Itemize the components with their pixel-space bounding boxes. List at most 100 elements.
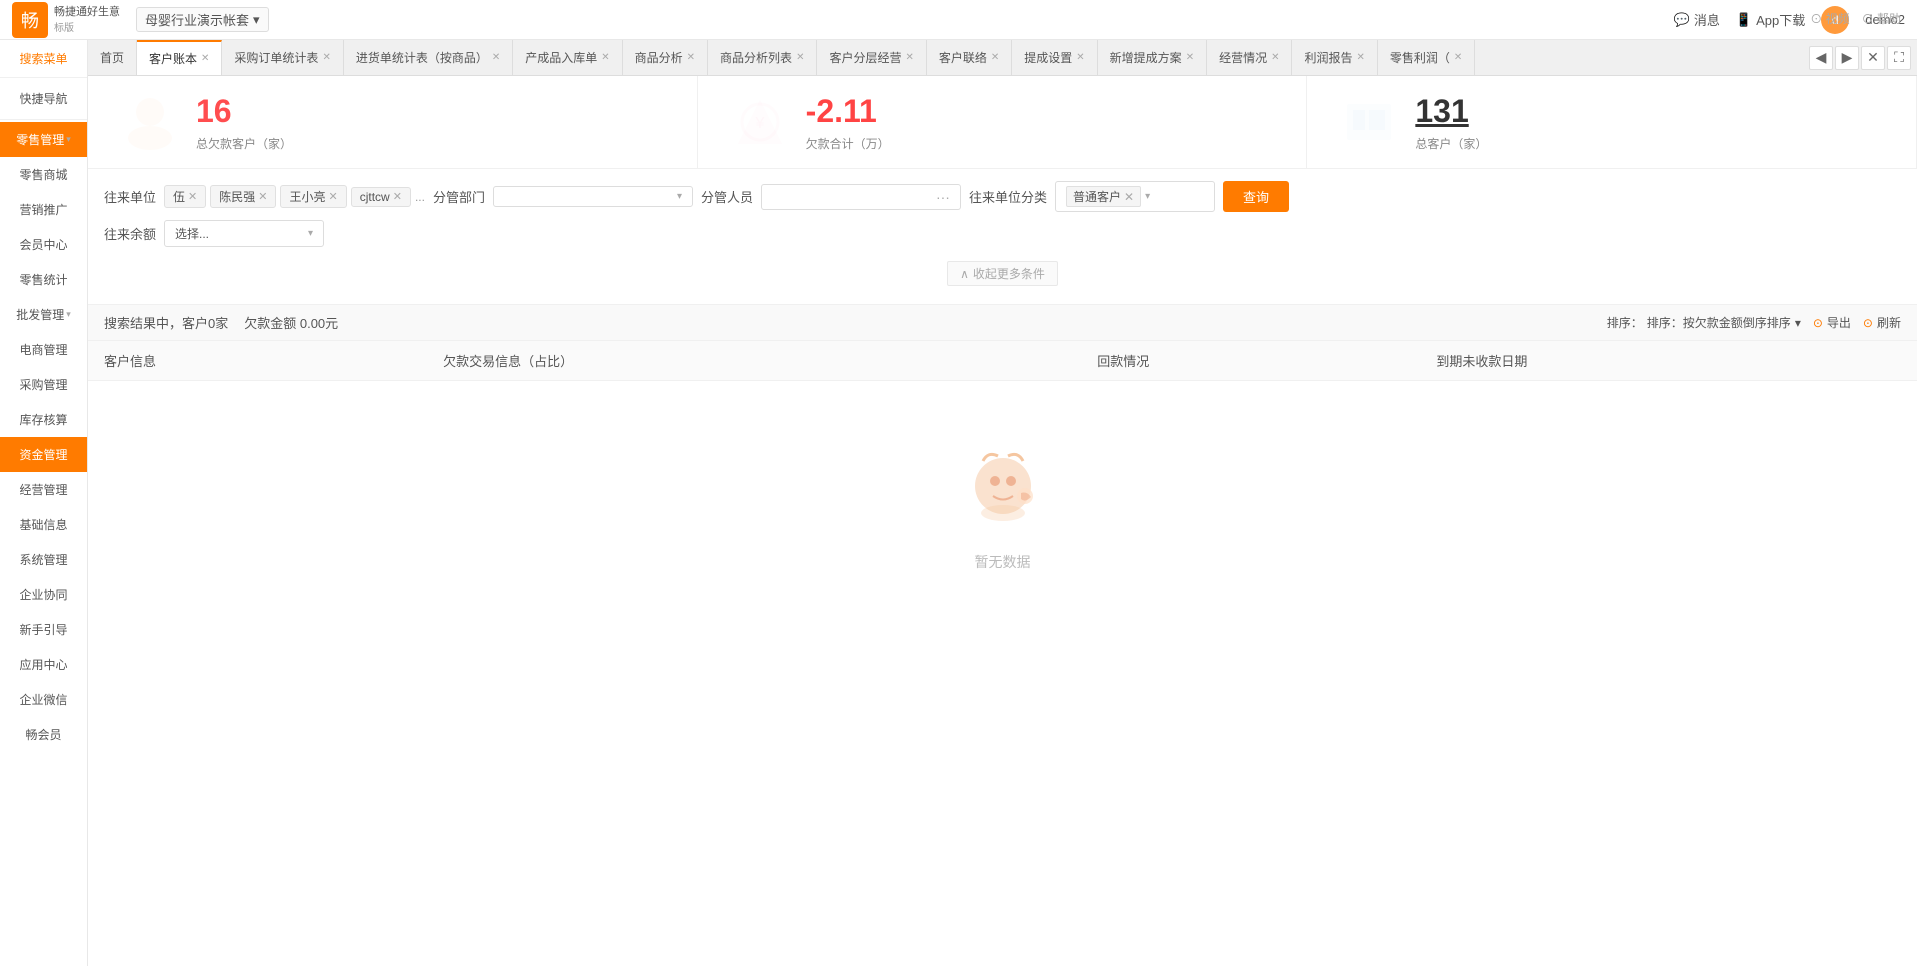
tab-close-icon[interactable]: ✕ xyxy=(1271,52,1279,63)
unit-class-select[interactable]: 普通客户 ✕ ▾ xyxy=(1055,181,1215,212)
stat-value-total: 131 xyxy=(1415,92,1487,130)
tab-label: 首页 xyxy=(100,49,124,66)
sidebar-item-wecom[interactable]: 企业微信 xyxy=(0,682,87,717)
account-selector[interactable]: 母婴行业演示帐套 ▾ xyxy=(136,7,269,32)
tab-close-icon[interactable]: ✕ xyxy=(905,52,913,63)
sort-label: 排序： xyxy=(1607,314,1643,331)
filter-tag-label: 陈民强 xyxy=(219,188,255,205)
message-icon: 💬 xyxy=(1674,12,1690,28)
filter-tag-close-wang[interactable]: ✕ xyxy=(329,190,338,203)
person-select[interactable]: ··· xyxy=(761,184,961,210)
sidebar-item-collab[interactable]: 企业协同 xyxy=(0,577,87,612)
tab-purchase-stats[interactable]: 采购订单统计表 ✕ xyxy=(222,40,343,75)
app-download-button[interactable]: 📱 App下载 xyxy=(1736,10,1805,29)
sidebar-item-purchase[interactable]: 采购管理 xyxy=(0,367,87,402)
export-button[interactable]: ⊙ 导出 xyxy=(1813,314,1851,331)
tab-production-stock[interactable]: 产成品入库单 ✕ xyxy=(513,40,622,75)
tab-close-all-button[interactable]: ✕ xyxy=(1861,46,1885,70)
more-icon[interactable]: ··· xyxy=(936,189,950,205)
sidebar-item-app-center[interactable]: 应用中心 xyxy=(0,647,87,682)
sidebar-item-newbie[interactable]: 新手引导 xyxy=(0,612,87,647)
filter-tag-close-chen[interactable]: ✕ xyxy=(258,190,267,203)
balance-filter-label: 往来余额 xyxy=(104,224,156,243)
tab-product-analysis[interactable]: 商品分析 ✕ xyxy=(623,40,708,75)
filter-tag-more-button[interactable]: ... xyxy=(415,190,425,204)
table-header-row: 客户信息 欠款交易信息（占比） 回款情况 到期未收款日期 xyxy=(88,341,1917,381)
unit-filter-label: 往来单位 xyxy=(104,187,156,206)
filter-tag-close-wu[interactable]: ✕ xyxy=(188,190,197,203)
dept-select[interactable]: ▾ xyxy=(493,186,693,207)
tab-customer-book[interactable]: 客户账本 ✕ xyxy=(137,40,222,75)
tab-purchase-product-stats[interactable]: 进货单统计表（按商品） ✕ xyxy=(344,40,513,75)
sidebar-item-label: 快捷导航 xyxy=(19,90,67,107)
chevron-down-icon: ▾ xyxy=(1145,191,1150,202)
sidebar-item-system[interactable]: 系统管理 xyxy=(0,542,87,577)
sidebar-item-ecommerce[interactable]: 电商管理 xyxy=(0,332,87,367)
collapse-button[interactable]: ∧ 收起更多条件 xyxy=(947,261,1058,286)
tab-profit-report[interactable]: 利润报告 ✕ xyxy=(1292,40,1377,75)
empty-state: 暂无数据 xyxy=(88,381,1917,632)
tab-close-icon[interactable]: ✕ xyxy=(1076,52,1084,63)
sidebar-item-finance[interactable]: 资金管理 xyxy=(0,437,87,472)
tab-fullscreen-button[interactable]: ⛶ xyxy=(1887,46,1911,70)
tab-prev-button[interactable]: ◀ xyxy=(1809,46,1833,70)
sidebar-item-label: 零售管理 xyxy=(16,131,64,148)
sidebar-item-wholesale-mgmt[interactable]: 批发管理 ▾ xyxy=(0,297,87,332)
tab-product-analysis-list[interactable]: 商品分析列表 ✕ xyxy=(708,40,817,75)
sidebar-item-operations[interactable]: 经营管理 xyxy=(0,472,87,507)
refresh-label: 刷新 xyxy=(1877,314,1901,331)
tab-label: 经营情况 xyxy=(1219,49,1267,66)
tab-close-icon[interactable]: ✕ xyxy=(1357,52,1365,63)
tab-next-button[interactable]: ▶ xyxy=(1835,46,1859,70)
result-amount: 欠款金额 0.00元 xyxy=(244,313,338,332)
stat-value-group-total: 131 总客户（家） xyxy=(1415,92,1487,151)
sidebar-item-retail-mgmt[interactable]: 零售管理 ▾ xyxy=(0,122,87,157)
tab-operations[interactable]: 经营情况 ✕ xyxy=(1207,40,1292,75)
tab-retail-profit[interactable]: 零售利润（ ✕ xyxy=(1378,40,1475,75)
tab-commission-settings[interactable]: 提成设置 ✕ xyxy=(1012,40,1097,75)
refresh-icon: ⊙ xyxy=(1863,316,1873,330)
tab-close-icon[interactable]: ✕ xyxy=(1454,52,1462,63)
tab-close-icon[interactable]: ✕ xyxy=(601,52,609,63)
customer-type-close[interactable]: ✕ xyxy=(1124,190,1134,204)
tab-close-icon[interactable]: ✕ xyxy=(1186,52,1194,63)
query-button[interactable]: 查询 xyxy=(1223,181,1289,212)
sidebar-item-quick-nav[interactable]: 快捷导航 xyxy=(0,82,87,115)
sidebar-item-member-center[interactable]: 会员中心 xyxy=(0,227,87,262)
tab-customer-contact[interactable]: 客户联络 ✕ xyxy=(927,40,1012,75)
dept-filter-label: 分管部门 xyxy=(433,187,485,206)
sidebar-item-retail-stats[interactable]: 零售统计 xyxy=(0,262,87,297)
tab-new-commission[interactable]: 新增提成方案 ✕ xyxy=(1098,40,1207,75)
tab-close-icon[interactable]: ✕ xyxy=(322,52,330,63)
sort-select[interactable]: 排序： 排序：按欠款金额倒序排序 ▾ xyxy=(1607,314,1801,331)
tab-label: 客户联络 xyxy=(939,49,987,66)
tab-close-icon[interactable]: ✕ xyxy=(991,52,999,63)
refresh-button[interactable]: ⊙ 刷新 xyxy=(1863,314,1901,331)
message-button[interactable]: 💬 消息 xyxy=(1674,10,1720,29)
filter-tag-label: cjttcw xyxy=(360,190,390,204)
sidebar-item-retail-mall[interactable]: 零售商城 xyxy=(0,157,87,192)
sidebar-item-member[interactable]: 畅会员 xyxy=(0,717,87,752)
sidebar-item-marketing[interactable]: 营销推广 xyxy=(0,192,87,227)
filter-row-units: 往来单位 伍 ✕ 陈民强 ✕ 王小亮 xyxy=(104,181,1901,212)
empty-text: 暂无数据 xyxy=(975,552,1031,572)
tab-close-icon[interactable]: ✕ xyxy=(796,52,804,63)
tab-close-icon[interactable]: ✕ xyxy=(492,52,500,63)
balance-select[interactable]: 选择... ▾ xyxy=(164,220,324,247)
chevron-down-icon: ▾ xyxy=(308,228,313,239)
tab-home[interactable]: 首页 xyxy=(88,40,137,75)
tab-customer-tier[interactable]: 客户分层经营 ✕ xyxy=(817,40,926,75)
data-table: 客户信息 欠款交易信息（占比） 回款情况 到期未收款日期 xyxy=(88,341,1917,381)
search-menu-button[interactable]: 搜索菜单 xyxy=(0,40,87,78)
sidebar-item-inventory[interactable]: 库存核算 xyxy=(0,402,87,437)
sidebar-item-label: 畅会员 xyxy=(25,728,61,742)
filter-tag-close-cjttcw[interactable]: ✕ xyxy=(393,190,402,203)
sidebar-item-base-info[interactable]: 基础信息 xyxy=(0,507,87,542)
tab-close-icon[interactable]: ✕ xyxy=(201,53,209,64)
col-payment-status: 回款情况 xyxy=(1081,341,1420,381)
result-info: 搜索结果中，客户0家 欠款金额 0.00元 xyxy=(104,313,338,332)
tab-close-icon[interactable]: ✕ xyxy=(687,52,695,63)
export-label: 导出 xyxy=(1827,314,1851,331)
sidebar-item-label: 资金管理 xyxy=(19,448,67,462)
tab-bar-actions: ◀ ▶ ✕ ⛶ xyxy=(1803,46,1917,70)
